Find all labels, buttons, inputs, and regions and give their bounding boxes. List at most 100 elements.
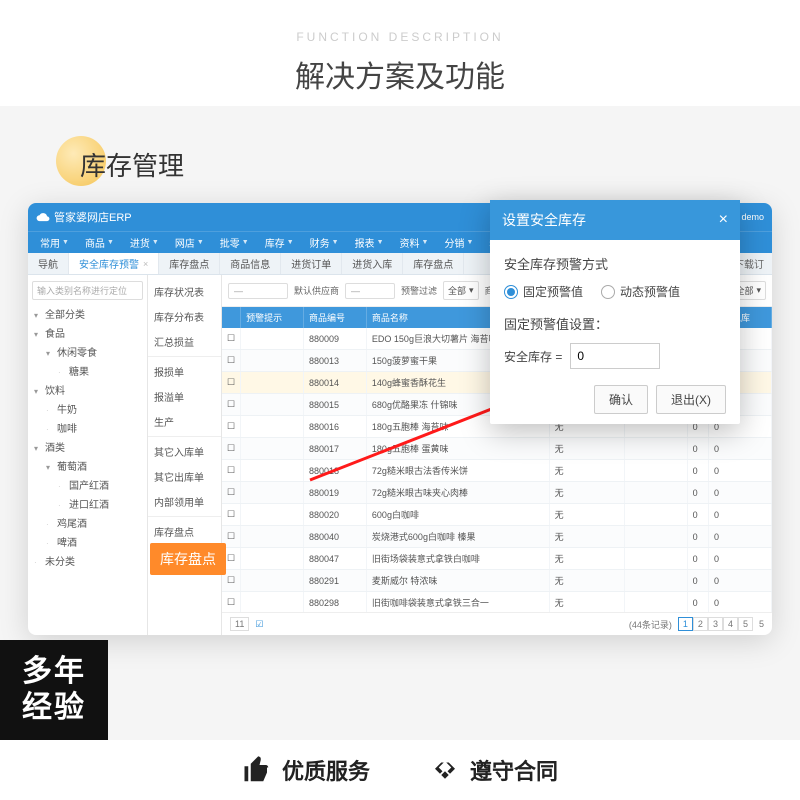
close-icon[interactable]: ×: [143, 259, 148, 269]
chevron-down-icon: ▾: [469, 285, 474, 296]
tree-node[interactable]: 糖果: [32, 361, 143, 380]
submenu-item[interactable]: 其它入库单: [148, 439, 221, 464]
default-supplier-input[interactable]: —: [345, 283, 395, 299]
pager-page[interactable]: 4: [723, 617, 738, 631]
checkbox[interactable]: ☐: [227, 421, 235, 431]
radio-fixed-threshold[interactable]: 固定预警值: [504, 283, 583, 300]
sub-tab[interactable]: 库存盘点: [403, 253, 464, 274]
sub-tab[interactable]: 进货入库: [342, 253, 403, 274]
warn-filter-label: 预警过滤: [401, 284, 437, 297]
pager-page[interactable]: 5: [738, 617, 753, 631]
chevron-down-icon: ▼: [332, 239, 339, 246]
checkbox[interactable]: ☐: [227, 575, 235, 585]
table-header[interactable]: 预警提示: [241, 307, 304, 328]
menu-item[interactable]: 商品▼: [77, 235, 122, 250]
sub-tab[interactable]: 商品信息: [220, 253, 281, 274]
checkbox[interactable]: ☐: [227, 509, 235, 519]
submenu-item[interactable]: 报溢单: [148, 384, 221, 409]
checkbox[interactable]: ☐: [227, 443, 235, 453]
category-search-input[interactable]: 输入类别名称进行定位: [32, 281, 143, 300]
menu-item[interactable]: 进货▼: [122, 235, 167, 250]
checkbox[interactable]: ☐: [227, 531, 235, 541]
tree-node[interactable]: 饮料: [32, 380, 143, 399]
tree-node[interactable]: 酒类: [32, 437, 143, 456]
tree-node[interactable]: 休闲零食: [32, 342, 143, 361]
radio-dynamic-threshold[interactable]: 动态预警值: [601, 283, 680, 300]
brand-text: 管家婆网店ERP: [54, 209, 132, 225]
exit-button[interactable]: 退出(X): [656, 385, 726, 414]
chevron-down-icon: ▼: [422, 239, 429, 246]
chevron-down-icon: ▾: [756, 285, 761, 296]
category-sidebar: 输入类别名称进行定位 全部分类 食品休闲零食糖果饮料牛奶咖啡酒类葡萄酒国产红酒进…: [28, 275, 148, 635]
confirm-button[interactable]: 确认: [594, 385, 648, 414]
pager-page[interactable]: 2: [693, 617, 708, 631]
close-icon[interactable]: ×: [719, 211, 728, 229]
sub-tab[interactable]: 库存盘点: [159, 253, 220, 274]
submenu-item[interactable]: 报损单: [148, 359, 221, 384]
submenu-item[interactable]: 生产: [148, 409, 221, 434]
checkbox[interactable]: ☐: [227, 333, 235, 343]
submenu-item[interactable]: 内部领用单: [148, 489, 221, 514]
menu-item[interactable]: 分销▼: [436, 235, 481, 250]
menu-item[interactable]: 报表▼: [347, 235, 392, 250]
tree-node[interactable]: 进口红酒: [32, 494, 143, 513]
tree-node[interactable]: 未分类: [32, 551, 143, 570]
modal-group-label: 安全库存预警方式: [504, 254, 726, 273]
table-row[interactable]: ☐ 880291麦斯威尔 特浓味无00: [222, 570, 772, 592]
checkbox[interactable]: ☐: [227, 487, 235, 497]
menu-item[interactable]: 网店▼: [167, 235, 212, 250]
submenu-item[interactable]: 库存盘点: [148, 519, 221, 544]
table-row[interactable]: ☐ 88001872g糙米眼古法香传米饼无00: [222, 460, 772, 482]
table-row[interactable]: ☐ 880020600g白咖啡无00: [222, 504, 772, 526]
tree-node[interactable]: 国产红酒: [32, 475, 143, 494]
table-row[interactable]: ☐ 880040炭烧港式600g白咖啡 榛果无00: [222, 526, 772, 548]
table-row[interactable]: ☐ 88001972g糙米眼古味夹心肉棒无00: [222, 482, 772, 504]
checkbox[interactable]: ☐: [227, 553, 235, 563]
handshake-icon: [430, 755, 460, 785]
table-row[interactable]: ☐ 880017180g五胞棒 蛋黄味无00: [222, 438, 772, 460]
table-row[interactable]: ☐ 880047旧街场袋装意式拿铁白咖啡无00: [222, 548, 772, 570]
table-header[interactable]: [222, 307, 241, 328]
callout-tag-inventory-check: 库存盘点: [150, 543, 226, 575]
menu-item[interactable]: 财务▼: [302, 235, 347, 250]
submenu-item[interactable]: 库存状况表: [148, 279, 221, 304]
tree-root[interactable]: 全部分类: [32, 304, 143, 323]
checkbox[interactable]: ☐: [227, 465, 235, 475]
checkbox[interactable]: ☐: [227, 377, 235, 387]
table-row[interactable]: ☐ 880298旧街咖啡袋装意式拿铁三合一无00: [222, 592, 772, 613]
tab-nav[interactable]: 导航: [28, 253, 69, 274]
tree-node[interactable]: 鸡尾酒: [32, 513, 143, 532]
tree-node[interactable]: 咖啡: [32, 418, 143, 437]
menu-item[interactable]: 常用▼: [32, 235, 77, 250]
chevron-down-icon: ▼: [242, 239, 249, 246]
pager: 11 ☑ (44条记录) 12345 5: [222, 612, 772, 635]
table-header[interactable]: 商品编号: [304, 307, 367, 328]
checkbox[interactable]: ☐: [227, 399, 235, 409]
pager-page[interactable]: 1: [678, 617, 693, 631]
menu-item[interactable]: 库存▼: [257, 235, 302, 250]
tree-node[interactable]: 葡萄酒: [32, 456, 143, 475]
checkbox[interactable]: ☐: [227, 355, 235, 365]
safety-stock-input[interactable]: [570, 343, 660, 369]
sub-tab[interactable]: 进货订单: [281, 253, 342, 274]
checkbox[interactable]: ☐: [227, 597, 235, 607]
menu-item[interactable]: 资料▼: [392, 235, 437, 250]
warn-filter-select[interactable]: 全部▾: [443, 281, 479, 300]
tree-node[interactable]: 牛奶: [32, 399, 143, 418]
submenu-item[interactable]: 汇总损益: [148, 329, 221, 354]
set-safety-stock-modal: 设置安全库存 × 安全库存预警方式 固定预警值 动态预警值 固定预警值设置： 安…: [490, 200, 740, 424]
footer: 优质服务 遵守合同: [0, 740, 800, 800]
pager-check-11[interactable]: 11: [230, 617, 249, 631]
section-label-text: 库存管理: [80, 151, 184, 181]
filter-field-1[interactable]: —: [228, 283, 288, 299]
menu-item[interactable]: 批零▼: [212, 235, 257, 250]
tab-active-safety-stock[interactable]: 安全库存预警×: [69, 253, 159, 274]
cloud-icon: [36, 210, 50, 224]
hero-subtitle: FUNCTION DESCRIPTION: [0, 30, 800, 44]
modal-title: 设置安全库存: [502, 210, 586, 230]
tree-node[interactable]: 食品: [32, 323, 143, 342]
submenu-item[interactable]: 其它出库单: [148, 464, 221, 489]
pager-page[interactable]: 3: [708, 617, 723, 631]
submenu-item[interactable]: 库存分布表: [148, 304, 221, 329]
tree-node[interactable]: 啤酒: [32, 532, 143, 551]
